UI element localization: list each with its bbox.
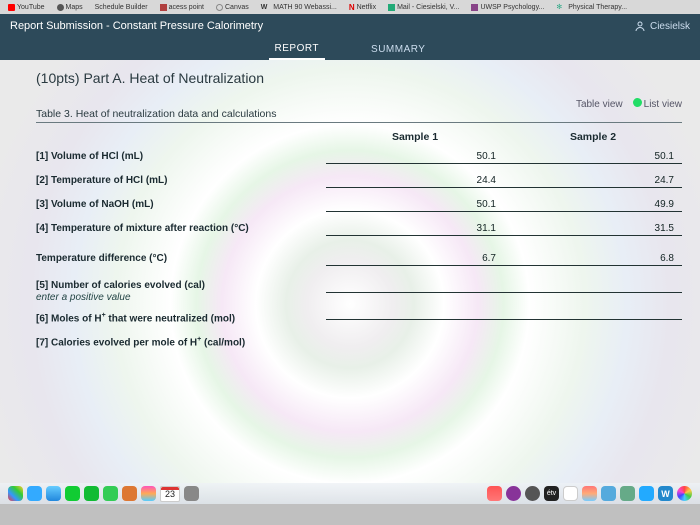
user-chip[interactable]: Ciesielsk [634,20,690,32]
netflix-icon: N [349,3,355,12]
list-view-option[interactable]: List view [633,98,682,110]
table-row: [4] Temperature of mixture after reactio… [36,217,682,241]
row-label: [2] Temperature of HCl (mL) [36,175,326,187]
tab-netflix[interactable]: NNetflix [345,3,380,12]
toggle-pill-icon [633,98,642,107]
word-icon[interactable]: W [658,486,673,501]
tab-report[interactable]: REPORT [269,39,326,60]
cell-input[interactable] [504,291,682,293]
part-title: (10pts) Part A. Heat of Neutralization [36,70,682,86]
cell-input[interactable]: 6.7 [326,253,504,266]
launchpad-icon[interactable] [8,486,23,501]
user-icon [634,20,646,32]
table-header-row: Sample 1 Sample 2 [36,129,682,145]
table-row: [6] Moles of H+ that were neutralized (m… [36,307,682,331]
chrome-icon[interactable] [677,486,692,501]
calendar-icon[interactable]: 23 [160,486,180,502]
tab-pt[interactable]: ✻ Physical Therapy... [552,3,631,11]
appletv-icon[interactable]: étv [544,486,559,501]
app-icon[interactable] [525,486,540,501]
page-header: Report Submission - Constant Pressure Ca… [0,14,700,38]
cell-input[interactable]: 49.9 [504,199,682,212]
mail-icon[interactable] [46,486,61,501]
mac-dock: 23 étv W [0,483,700,504]
youtube-icon [8,4,15,11]
caption-rule [36,122,682,123]
music-icon[interactable] [487,486,502,501]
cell-input[interactable] [504,343,682,344]
app-icon[interactable] [601,486,616,501]
messages-icon[interactable] [84,486,99,501]
page-title: Report Submission - Constant Pressure Ca… [10,20,263,32]
table-row: [3] Volume of NaOH (mL) 50.1 49.9 [36,193,682,217]
table-row: [7] Calories evolved per mole of H+ (cal… [36,331,682,355]
report-tabs: REPORT SUMMARY [0,38,700,60]
cell-input[interactable]: 24.4 [326,175,504,188]
app-icon[interactable] [620,486,635,501]
photos-icon[interactable] [141,486,156,501]
tab-youtube[interactable]: YouTube [4,4,49,11]
content-area: (10pts) Part A. Heat of Neutralization T… [0,60,700,504]
cell-input[interactable] [326,291,504,293]
col-sample1: Sample 1 [326,131,504,143]
access-icon [160,4,167,11]
row-label: [7] Calories evolved per mole of H+ (cal… [36,336,326,349]
app-icon[interactable] [103,486,118,501]
cell-input[interactable]: 50.1 [326,151,504,164]
finder-icon[interactable] [27,486,42,501]
table-row: [5] Number of calories evolved (cal) ent… [36,277,682,307]
appstore-icon[interactable] [639,486,654,501]
tab-uwsp[interactable]: UWSP Psychology... [467,4,548,11]
cell-input[interactable]: 31.5 [504,223,682,236]
maps-icon [57,4,64,11]
facetime-icon[interactable] [65,486,80,501]
cell-input[interactable]: 50.1 [326,199,504,212]
table-row: Temperature difference (°C) 6.7 6.8 [36,247,682,271]
row-label: [3] Volume of NaOH (mL) [36,199,326,211]
podcasts-icon[interactable] [506,486,521,501]
view-toggle: Table view List view [576,98,682,110]
table-row: [1] Volume of HCl (mL) 50.1 50.1 [36,145,682,169]
cell-input[interactable] [326,318,504,320]
browser-tab-strip: YouTube Maps Schedule Builder acess poin… [0,0,700,14]
mail-icon [388,4,395,11]
data-table: Sample 1 Sample 2 [1] Volume of HCl (mL)… [36,129,682,355]
row-label: Temperature difference (°C) [36,253,326,265]
cell-input[interactable] [504,318,682,320]
uwsp-icon [471,4,478,11]
table-row: [2] Temperature of HCl (mL) 24.4 24.7 [36,169,682,193]
app-icon[interactable] [122,486,137,501]
tab-math[interactable]: W MATH 90 Webassi... [257,4,341,11]
cell-input[interactable]: 31.1 [326,223,504,236]
app-icon[interactable] [582,486,597,501]
col-sample2: Sample 2 [504,131,682,143]
tab-schedule[interactable]: Schedule Builder [91,4,152,11]
cell-input[interactable] [326,343,504,344]
table-view-option[interactable]: Table view [576,99,623,110]
cell-input[interactable]: 6.8 [504,253,682,266]
tab-summary[interactable]: SUMMARY [365,40,431,59]
tab-access[interactable]: acess point [156,4,208,11]
row-label: [1] Volume of HCl (mL) [36,151,326,163]
tab-mail[interactable]: Mail - Ciesielski, V... [384,4,463,11]
cell-input[interactable]: 24.7 [504,175,682,188]
tab-maps[interactable]: Maps [53,4,87,11]
row-label: [5] Number of calories evolved (cal) ent… [36,280,326,304]
row-label: [6] Moles of H+ that were neutralized (m… [36,312,326,325]
app-icon[interactable] [563,486,578,501]
tab-canvas[interactable]: Canvas [212,4,253,11]
canvas-icon [216,4,223,11]
app-icon[interactable] [184,486,199,501]
row-label: [4] Temperature of mixture after reactio… [36,223,326,235]
cell-input[interactable]: 50.1 [504,151,682,164]
